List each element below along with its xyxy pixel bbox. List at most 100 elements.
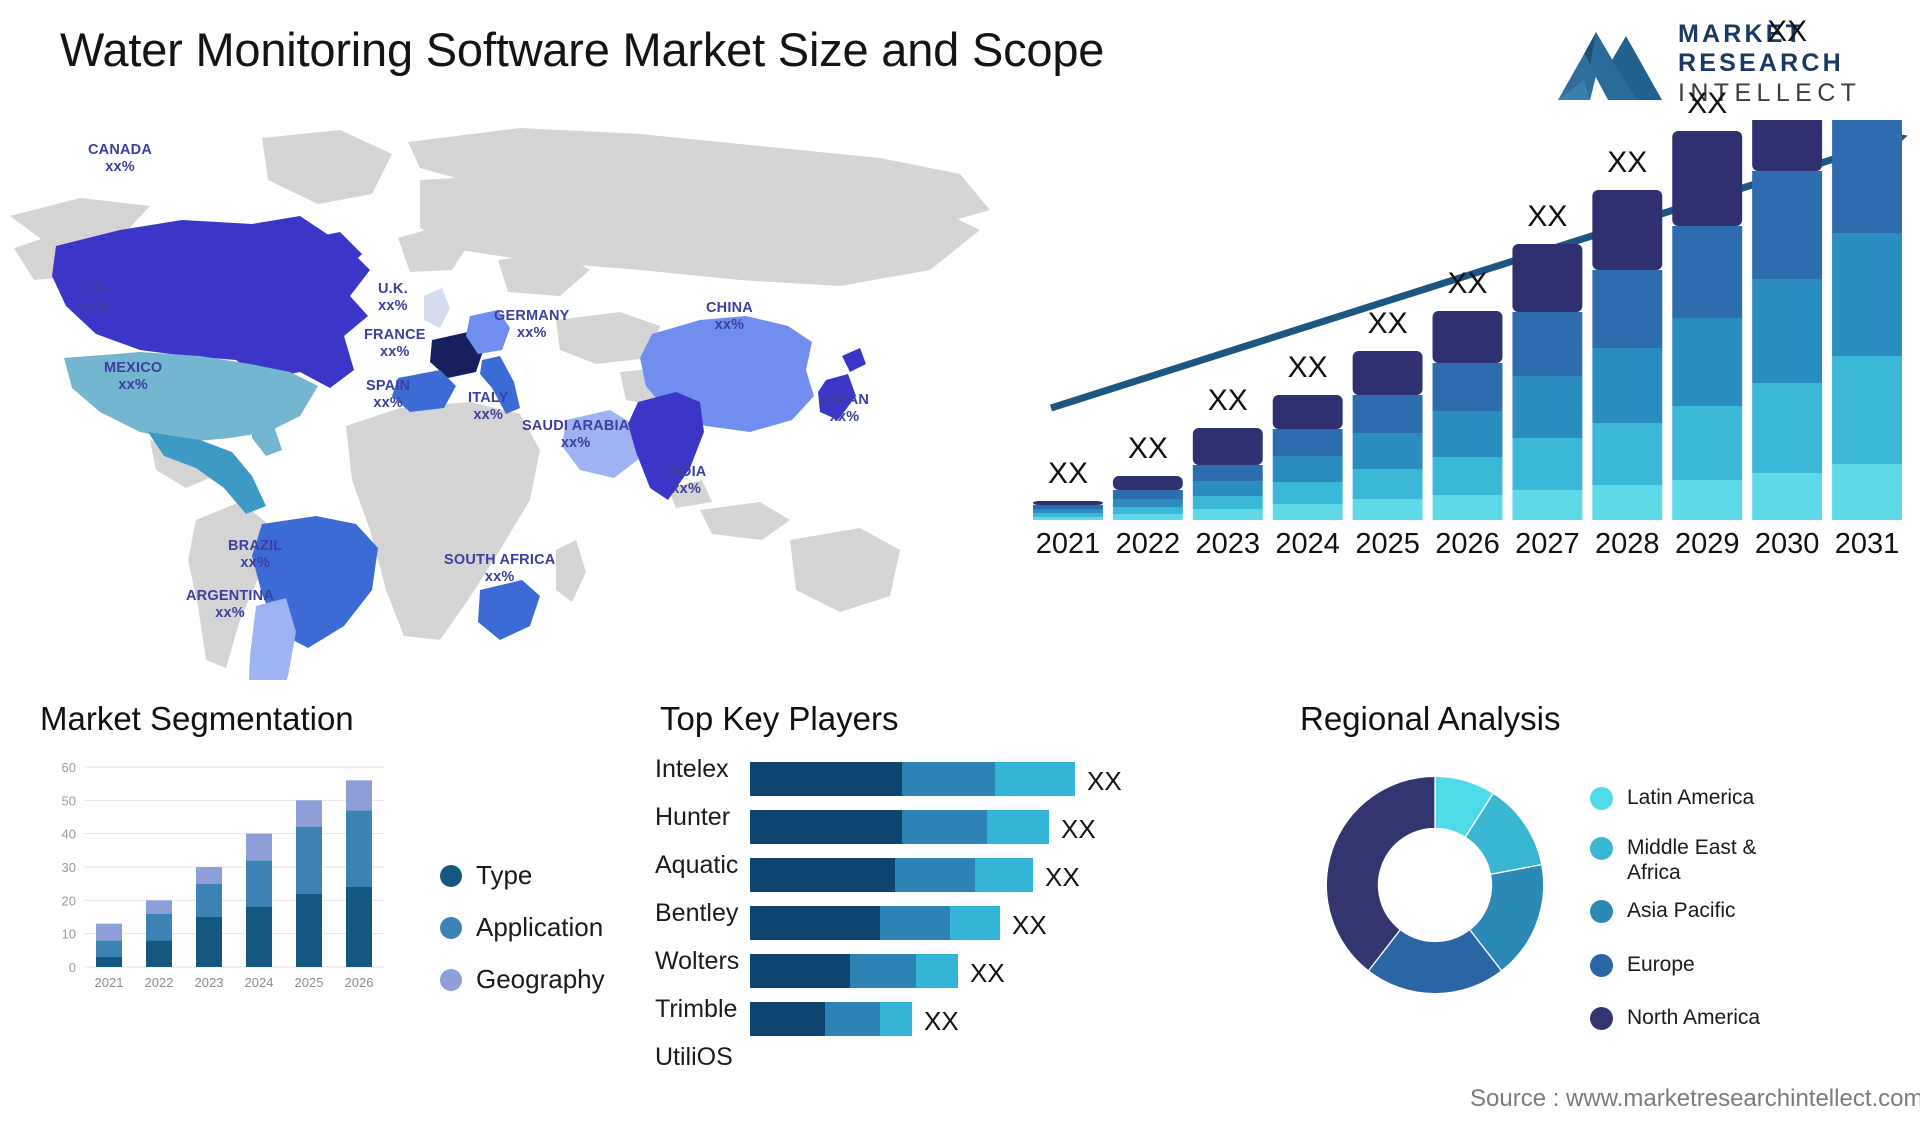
growth-bar-segment: [1112, 507, 1183, 514]
y-tick-label: 50: [62, 793, 76, 808]
growth-bar-segment: [1512, 490, 1583, 520]
growth-bar-segment: [1752, 279, 1823, 383]
growth-bar-segment: [1432, 495, 1503, 520]
map-label-japan: JAPAN xx%: [820, 392, 869, 426]
map-label-value: xx%: [560, 435, 591, 451]
legend-dot-application: [440, 916, 462, 939]
x-tick-label: 2026: [345, 975, 374, 990]
map-label-name: U.K.: [378, 281, 408, 297]
growth-bar-segment: [1752, 120, 1823, 171]
growth-bar-segment: [1832, 464, 1902, 520]
growth-year-label: 2022: [1115, 528, 1181, 560]
segmentation-legend-type: Type: [440, 860, 532, 891]
x-tick-label: 2025: [295, 975, 324, 990]
growth-bar-segment: [1352, 433, 1423, 469]
growth-bar-segment: [1752, 383, 1823, 473]
regional-legend-latin-america: Latin America: [1590, 785, 1754, 810]
key-player-bar-segment: [750, 810, 902, 844]
growth-bar-segment: [1192, 428, 1263, 465]
header: Water Monitoring Software Market Size an…: [0, 0, 1920, 125]
growth-year-label: 2030: [1754, 528, 1820, 560]
y-tick-label: 30: [62, 860, 76, 875]
map-label-us: U.S. xx%: [80, 282, 110, 316]
key-player-bar-segment: [750, 954, 850, 988]
legend-label-asia-pacific: Asia Pacific: [1627, 899, 1736, 922]
growth-bar-segment: [1432, 363, 1503, 411]
key-player-bar-segment: [916, 954, 958, 988]
key-player-bar-segment: [750, 762, 902, 796]
y-tick-label: 60: [62, 760, 76, 775]
growth-bar-segment: [1112, 499, 1183, 507]
growth-bar-segment: [1272, 504, 1343, 520]
regional-legend-north-america: North America: [1590, 1005, 1760, 1030]
key-player-bar-segment: [987, 810, 1049, 844]
key-player-bar-segment: [902, 810, 987, 844]
map-label-value: xx%: [671, 481, 702, 497]
y-tick-label: 40: [62, 827, 76, 842]
map-label-value: xx%: [484, 569, 515, 585]
segmentation-bar-segment: [96, 957, 122, 967]
map-label-brazil: BRAZIL xx%: [228, 538, 282, 572]
legend-label-north-america: North America: [1627, 1006, 1761, 1029]
map-label-name: INDIA: [666, 464, 707, 480]
page-title: Water Monitoring Software Market Size an…: [60, 23, 1105, 76]
key-player-value-label: XX: [1087, 766, 1122, 796]
market-growth-chart: XXXXXXXXXXXXXXXXXXXXXX 20212022202320242…: [1015, 15, 1920, 680]
key-player-value-label: XX: [1012, 910, 1047, 940]
map-label-name: GERMANY: [494, 308, 570, 324]
key-player-value-label: XX: [1045, 862, 1080, 892]
growth-bar-segment: [1272, 482, 1343, 504]
map-label-name: CANADA: [88, 142, 153, 158]
segmentation-bar-segment: [346, 780, 372, 811]
growth-year-label: 2027: [1515, 528, 1580, 560]
key-player-bar-segment: [950, 906, 1000, 940]
growth-year-label: 2029: [1674, 528, 1740, 560]
growth-bar-segment: [1512, 438, 1583, 490]
growth-bar-segment: [1112, 490, 1183, 499]
growth-bar-segment: [1352, 395, 1423, 433]
growth-bar-segment: [1352, 499, 1423, 520]
map-label-value: xx%: [118, 377, 149, 393]
map-label-argentina: ARGENTINA xx%: [186, 588, 274, 622]
x-tick-label: 2024: [245, 975, 274, 990]
key-player-bar-segment: [902, 762, 995, 796]
growth-bar-segment: [1672, 226, 1743, 318]
map-label-value: xx%: [714, 317, 745, 333]
map-label-value: xx%: [80, 299, 110, 315]
key-player-value-label: XX: [1061, 814, 1096, 844]
key-player-bar-segment: [750, 906, 880, 940]
segmentation-bar-segment: [96, 923, 122, 941]
map-label-name: ARGENTINA: [186, 588, 274, 604]
growth-bar-segment: [1672, 131, 1743, 226]
map-label-value: xx%: [373, 395, 403, 411]
growth-bar-segment: [1192, 481, 1263, 496]
regional-analysis-title: Regional Analysis: [1300, 700, 1561, 737]
map-country-japan: [842, 348, 866, 372]
map-label-value: xx%: [829, 409, 860, 425]
key-player-value-label: XX: [970, 958, 1005, 988]
map-label-china: CHINA xx%: [706, 300, 753, 334]
growth-bar-segment: [1592, 190, 1663, 270]
growth-bar-segment: [1672, 318, 1743, 406]
regional-legend-middle-east-africa: Middle East & Africa: [1590, 835, 1760, 885]
growth-bar-segment: [1512, 312, 1583, 376]
key-player-bar-segment: [975, 858, 1033, 892]
growth-bar-segment: [1512, 244, 1583, 312]
legend-dot-asia-pacific: [1590, 900, 1613, 923]
growth-bar-segment: [1432, 411, 1503, 457]
growth-bar-segment: [1592, 423, 1663, 485]
growth-year-label: 2026: [1435, 528, 1500, 560]
growth-year-label: 2031: [1834, 528, 1900, 560]
growth-bar-segment: [1272, 429, 1343, 456]
legend-dot-geography: [440, 968, 462, 991]
segmentation-bar-segment: [146, 940, 172, 967]
key-player-bar-segment: [880, 906, 950, 940]
key-player-bar-segment: [750, 1002, 825, 1036]
growth-value-label: XX: [1607, 146, 1648, 179]
map-label-canada: CANADA xx%: [88, 142, 152, 176]
legend-label-europe: Europe: [1627, 953, 1695, 976]
growth-bar-segment: [1512, 376, 1583, 438]
growth-bar-segment: [1112, 476, 1183, 490]
map-label-saudi-arabia: SAUDI ARABIA xx%: [522, 418, 629, 452]
growth-bar-segment: [1592, 348, 1663, 423]
